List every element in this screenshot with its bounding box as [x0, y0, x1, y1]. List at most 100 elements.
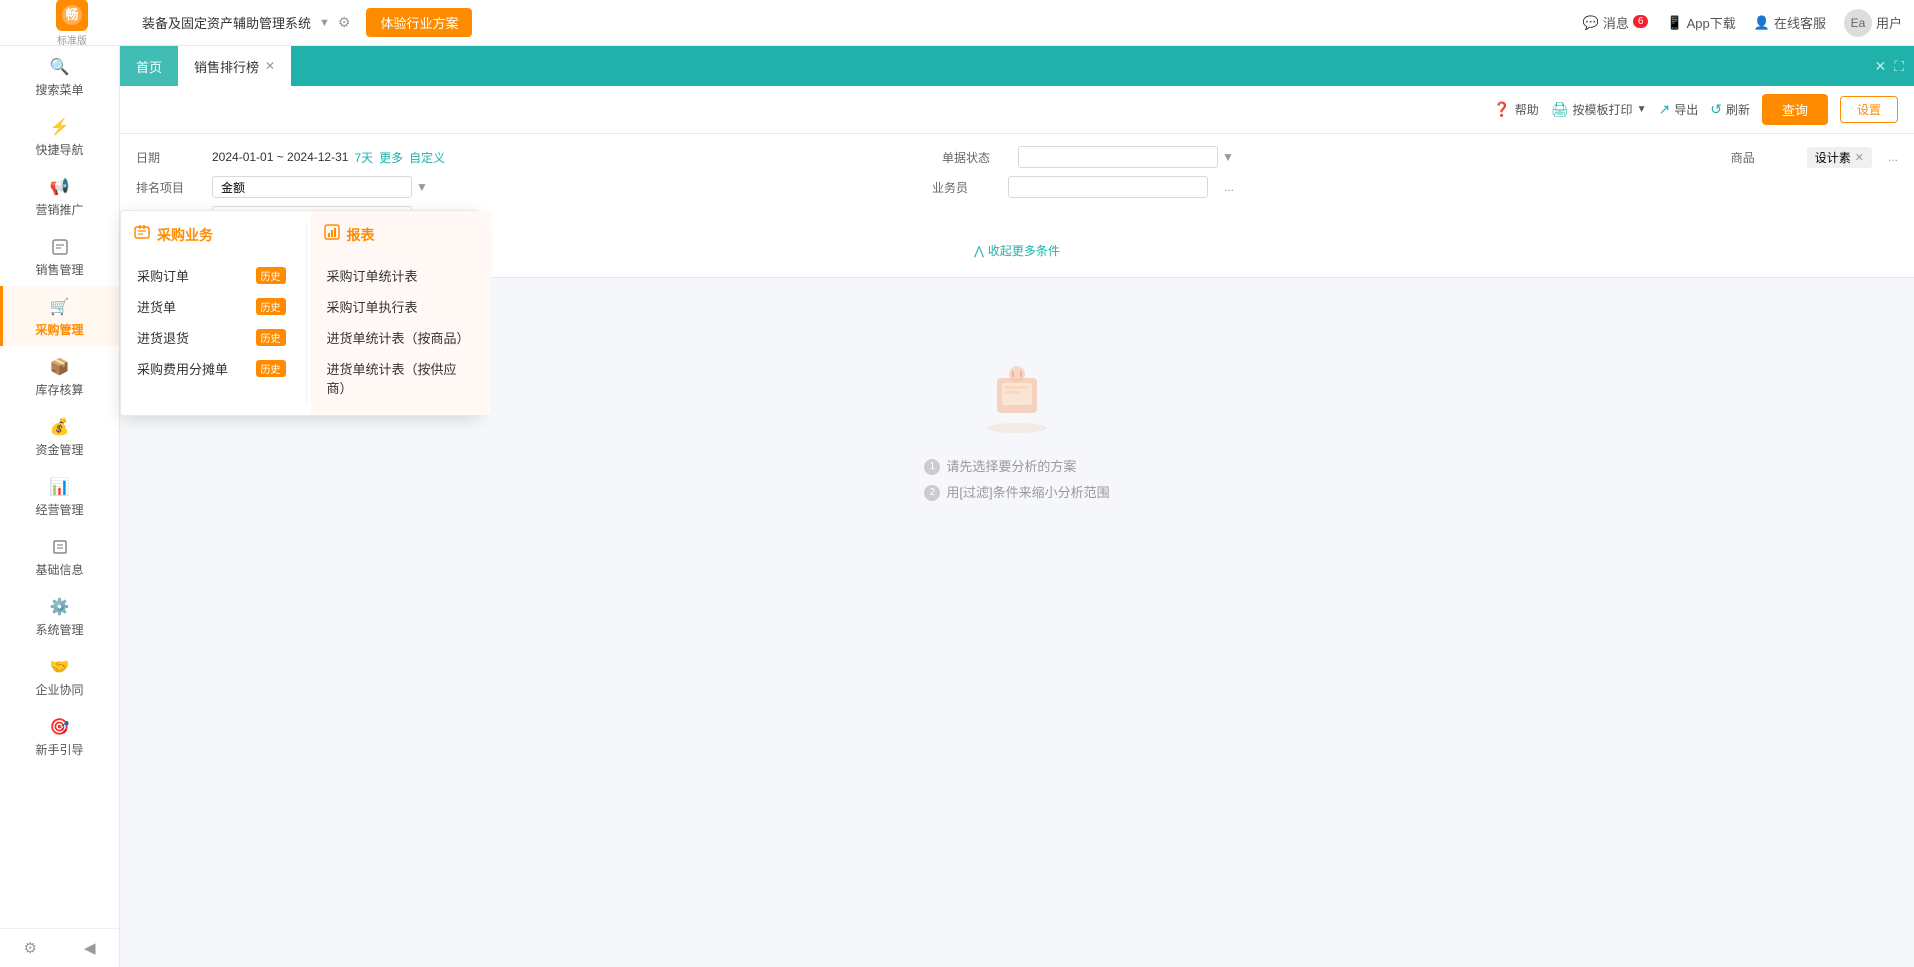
sidebar-item-sales[interactable]: 销售管理: [0, 226, 119, 286]
stock-in-label: 进货单: [137, 297, 176, 316]
export-label: 导出: [1674, 101, 1698, 118]
goods-tag-text: 设计素: [1815, 149, 1851, 166]
sidebar-label-marketing: 营销推广: [35, 201, 83, 218]
goods-tag: 设计素 ✕: [1807, 147, 1872, 168]
sidebar-item-operation[interactable]: 📊 经营管理: [0, 466, 119, 526]
settings-gear-icon[interactable]: ⚙: [338, 14, 351, 31]
refresh-button[interactable]: ↺ 刷新: [1710, 101, 1750, 118]
search-menu-icon: 🔍: [49, 56, 71, 78]
menu-item-stock-in[interactable]: 进货单 历史: [133, 291, 290, 322]
message-item[interactable]: 💬 消息 6: [1583, 13, 1649, 32]
sidebar-item-enterprise[interactable]: 🤝 企业协同: [0, 646, 119, 706]
sidebar-label-nav: 快捷导航: [35, 141, 83, 158]
help-button[interactable]: ❓ 帮助: [1493, 101, 1538, 118]
sidebar-collapse-icon[interactable]: ◀: [84, 939, 96, 957]
menu-item-stock-in-stat-supplier[interactable]: 进货单统计表（按供应商）: [323, 353, 480, 403]
empty-tips-list: 1 请先选择要分析的方案 2 用[过滤]条件来缩小分析范围: [924, 454, 1109, 506]
industry-solution-button[interactable]: 体验行业方案: [366, 8, 472, 37]
message-label: 消息: [1603, 13, 1629, 32]
logo-subtitle: 标准版: [57, 32, 87, 47]
export-button[interactable]: ↗ 导出: [1658, 101, 1698, 118]
rank-filter-input[interactable]: [212, 176, 412, 198]
status-dropdown-icon[interactable]: ▼: [1222, 150, 1234, 164]
sidebar: 🔍 搜索菜单 ⚡ 快捷导航 📢 营销推广 销售管理 🛒 采购管理: [0, 46, 120, 967]
avatar-initial: Ea: [1851, 16, 1866, 30]
top-header: 畅 标准版 装备及固定资产辅助管理系统 ▼ ⚙ 体验行业方案 💬 消息 6 📱 …: [0, 0, 1914, 46]
tab-sales-ranking[interactable]: 销售排行榜 ✕: [178, 46, 291, 86]
sidebar-bottom: ⚙ ◀: [0, 928, 119, 967]
print-template-button[interactable]: 🖨 按模板打印 ▼: [1551, 101, 1647, 118]
sidebar-item-system[interactable]: ⚙️ 系统管理: [0, 586, 119, 646]
purchase-icon: 🛒: [49, 296, 71, 318]
user-item[interactable]: Ea 用户: [1844, 9, 1902, 37]
menu-item-purchase-order-exec[interactable]: 采购订单执行表: [323, 291, 480, 322]
stock-in-stat-goods-label: 进货单统计表（按商品）: [327, 328, 470, 347]
menu-item-purchase-expense[interactable]: 采购费用分摊单 历史: [133, 353, 290, 384]
date-filter-label: 日期: [136, 149, 196, 166]
date-7days[interactable]: 7天: [354, 149, 373, 166]
staff-filter-more[interactable]: ...: [1224, 180, 1234, 194]
sidebar-label-finance: 资金管理: [35, 441, 83, 458]
dropdown-divider: [306, 223, 307, 403]
staff-filter-input[interactable]: [1008, 176, 1208, 198]
empty-tip-1: 1 请先选择要分析的方案: [924, 454, 1109, 480]
menu-item-purchase-order[interactable]: 采购订单 历史: [133, 260, 290, 291]
dropdown-left-title: 采购业务: [133, 223, 290, 250]
stock-return-history[interactable]: 历史: [256, 329, 286, 346]
export-icon: ↗: [1658, 101, 1670, 118]
menu-item-stock-in-stat-goods[interactable]: 进货单统计表（按商品）: [323, 322, 480, 353]
header-right: 💬 消息 6 📱 App下载 👤 在线客服 Ea 用户: [1583, 9, 1902, 37]
sidebar-item-guide[interactable]: 🎯 新手引导: [0, 706, 119, 766]
stock-in-history[interactable]: 历史: [256, 298, 286, 315]
goods-tag-close-icon[interactable]: ✕: [1855, 151, 1864, 164]
online-service-item[interactable]: 👤 在线客服: [1754, 13, 1826, 32]
purchase-order-history[interactable]: 历史: [256, 267, 286, 284]
svg-text:畅: 畅: [65, 7, 78, 22]
empty-illustration: [967, 358, 1067, 438]
date-more[interactable]: 更多: [379, 149, 403, 166]
sidebar-item-marketing[interactable]: 📢 营销推广: [0, 166, 119, 226]
report-icon-svg: [323, 223, 341, 241]
dropdown-right-col: 报表 采购订单统计表 采购订单执行表 进货单统计表（按商品） 进货单统计表（按供…: [311, 211, 492, 415]
sidebar-item-nav[interactable]: ⚡ 快捷导航: [0, 106, 119, 166]
dropdown-columns: 采购业务 采购订单 历史 进货单 历史 进货退货 历史 采购费用分摊单 历史: [121, 223, 479, 403]
rank-dropdown-icon[interactable]: ▼: [416, 180, 428, 194]
avatar: Ea: [1844, 9, 1872, 37]
sidebar-item-finance[interactable]: 💰 资金管理: [0, 406, 119, 466]
tab-home[interactable]: 首页: [120, 46, 178, 86]
sales-icon: [49, 236, 71, 258]
settings-button[interactable]: 设置: [1840, 96, 1898, 123]
sidebar-item-base-info[interactable]: 基础信息: [0, 526, 119, 586]
purchase-expense-label: 采购费用分摊单: [137, 359, 228, 378]
purchase-order-label: 采购订单: [137, 266, 189, 285]
app-download-item[interactable]: 📱 App下载: [1666, 13, 1735, 32]
system-name-area: 装备及固定资产辅助管理系统 ▼ ⚙ 体验行业方案: [142, 8, 1583, 37]
phone-icon: 📱: [1666, 15, 1682, 31]
sidebar-settings-icon[interactable]: ⚙: [24, 939, 37, 957]
collapse-up-icon: ⋀: [974, 244, 984, 258]
tab-expand-icon[interactable]: ⛶: [1894, 58, 1904, 75]
date-range: 2024-01-01 ~ 2024-12-31 7天 更多 自定义: [212, 149, 445, 166]
sidebar-item-search[interactable]: 🔍 搜索菜单: [0, 46, 119, 106]
menu-item-purchase-order-stat[interactable]: 采购订单统计表: [323, 260, 480, 291]
print-dropdown-icon: ▼: [1637, 104, 1647, 115]
main-layout: 🔍 搜索菜单 ⚡ 快捷导航 📢 营销推广 销售管理 🛒 采购管理: [0, 46, 1914, 967]
status-filter-input[interactable]: [1018, 146, 1218, 168]
sidebar-item-inventory[interactable]: 📦 库存核算: [0, 346, 119, 406]
sidebar-label-sales: 销售管理: [35, 261, 83, 278]
tab-close-icon[interactable]: ✕: [265, 59, 275, 73]
sidebar-label-operation: 经营管理: [35, 501, 83, 518]
app-download-label: App下载: [1687, 13, 1736, 32]
purchase-order-exec-label: 采购订单执行表: [327, 297, 418, 316]
goods-filter-more[interactable]: ...: [1888, 150, 1898, 164]
date-custom[interactable]: 自定义: [409, 149, 445, 166]
sidebar-item-purchase[interactable]: 🛒 采购管理: [0, 286, 119, 346]
menu-item-stock-return[interactable]: 进货退货 历史: [133, 322, 290, 353]
purchase-expense-history[interactable]: 历史: [256, 360, 286, 377]
print-label: 按模板打印: [1573, 101, 1633, 118]
system-dropdown-arrow[interactable]: ▼: [319, 17, 330, 29]
system-icon: ⚙️: [49, 596, 71, 618]
guide-icon: 🎯: [49, 716, 71, 738]
tab-close-all-icon[interactable]: ✕: [1874, 58, 1886, 75]
query-button[interactable]: 查询: [1762, 94, 1828, 125]
